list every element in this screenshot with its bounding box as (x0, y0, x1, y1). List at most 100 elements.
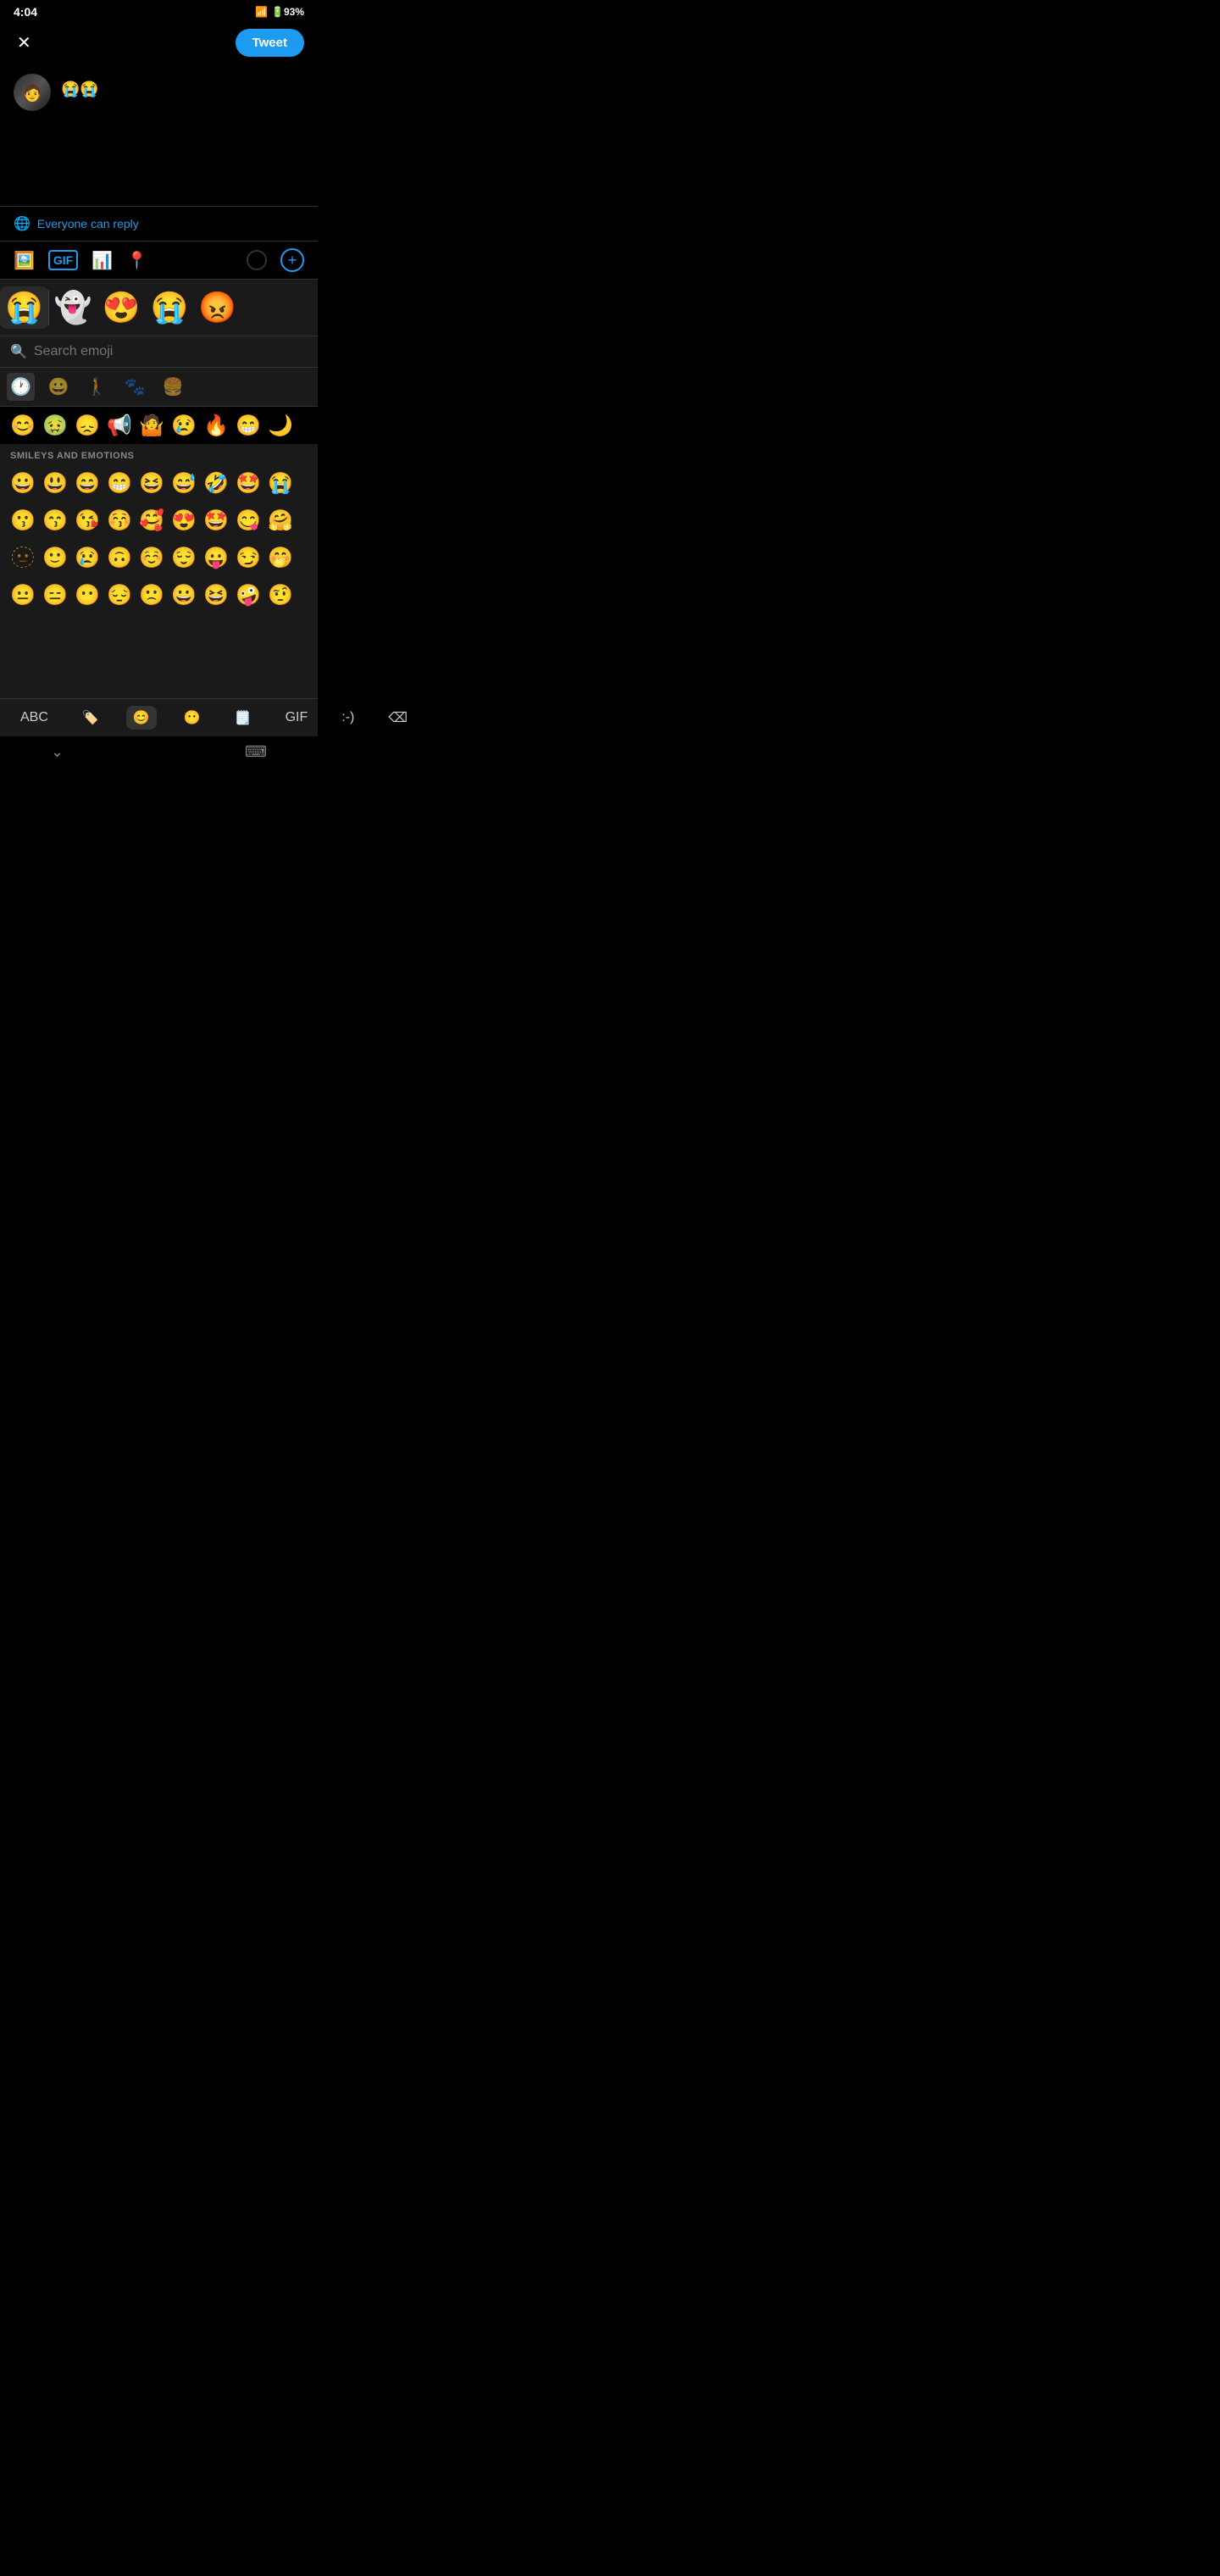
emoji-relieved[interactable]: 😌 (168, 539, 200, 576)
tweet-text[interactable]: 😭😭 (61, 74, 304, 111)
avatar-image: 🧑 (14, 74, 51, 111)
emoji-recent-7[interactable]: 😁 (232, 407, 264, 444)
emoji-heart-eyes[interactable]: 😍 (168, 502, 200, 539)
emoji-section-label: SMILEYS AND EMOTIONS (0, 444, 318, 464)
network-icon: 📶 (255, 6, 268, 18)
emoji-kissing-closed[interactable]: 😚 (103, 502, 136, 539)
emoji-upside-down[interactable]: 🙃 (103, 539, 136, 576)
status-bar: 4:04 📶 🔋93% (0, 0, 318, 22)
keyboard-bottom-toolbar: ABC 🏷️ 😊 😶 🗒️ GIF :-) ⌫ (0, 698, 318, 736)
emoji-grinning[interactable]: 😀 (7, 464, 39, 502)
battery-icon: 🔋93% (271, 6, 304, 18)
emoji-smiley[interactable]: 😃 (39, 464, 71, 502)
kb-sticker-button[interactable]: 🏷️ (75, 706, 106, 730)
emoji-in-love[interactable]: 🥰 (136, 502, 168, 539)
emoji-dotted-face[interactable]: 🫥 (7, 539, 39, 576)
system-nav-bar: ⌄ ⌨ (0, 736, 318, 771)
emoji-recent-3[interactable]: 📢 (103, 407, 136, 444)
emoji-crying2[interactable]: 😢 (71, 539, 103, 576)
emoji-keyboard: SMILEYS AND EMOTIONS 😀 😃 😄 😁 😆 😅 🤣 🤩 😭 😗… (0, 444, 318, 698)
emoji-star-struck[interactable]: 🤩 (200, 502, 232, 539)
emoji-wacky[interactable]: 🤪 (232, 576, 264, 613)
emoji-recent-6[interactable]: 🔥 (200, 407, 232, 444)
emoji-recent-8[interactable]: 🌙 (264, 407, 297, 444)
emoji-reaction-cry2[interactable]: 😭 (145, 286, 193, 329)
emoji-search-bar: 🔍 (0, 336, 318, 368)
emoji-recent-2[interactable]: 😞 (71, 407, 103, 444)
emoji-reaction-ghost[interactable]: 👻 (49, 286, 97, 329)
emoji-smirk[interactable]: 😏 (232, 539, 264, 576)
add-button[interactable]: + (280, 248, 304, 272)
emoji-crying[interactable]: 😭 (264, 464, 297, 502)
emoji-recent-4[interactable]: 🤷 (136, 407, 168, 444)
emoji-grin2[interactable]: 😀 (168, 576, 200, 613)
emoji-kissing[interactable]: 😗 (7, 502, 39, 539)
close-button[interactable]: ✕ (14, 29, 35, 57)
emoji-kiss[interactable]: 😘 (71, 502, 103, 539)
kb-abc-button[interactable]: ABC (14, 707, 55, 729)
emoji-tab-recent[interactable]: 🕐 (7, 373, 35, 401)
avatar: 🧑 (14, 74, 51, 111)
emoji-xd[interactable]: 😆 (200, 576, 232, 613)
compose-empty-space (0, 121, 318, 206)
emoji-beaming[interactable]: 😁 (103, 464, 136, 502)
emoji-recent-1[interactable]: 🤢 (39, 407, 71, 444)
kb-emoticon-button[interactable]: :-) (335, 707, 361, 729)
kb-kaomoji-button[interactable]: 😶 (177, 706, 208, 730)
gif-button[interactable]: GIF (48, 250, 78, 270)
emoji-hugging[interactable]: 🤗 (264, 502, 297, 539)
poll-button[interactable]: 📊 (92, 250, 113, 271)
location-button[interactable]: 📍 (126, 250, 147, 271)
emoji-pensive[interactable]: 😔 (103, 576, 136, 613)
emoji-neutral[interactable]: 😐 (7, 576, 39, 613)
emoji-smileys-row-3: 🫥 🙂 😢 🙃 ☺️ 😌 😛 😏 🤭 (0, 539, 318, 576)
emoji-tab-smileys[interactable]: 😀 (45, 373, 73, 401)
emoji-sweat-smile[interactable]: 😅 (168, 464, 200, 502)
emoji-stuck-out-tongue[interactable]: 😛 (200, 539, 232, 576)
emoji-expressionless[interactable]: 😑 (39, 576, 71, 613)
emoji-tab-food[interactable]: 🍔 (159, 373, 187, 401)
emoji-no-mouth[interactable]: 😶 (71, 576, 103, 613)
emoji-smileys-row-2: 😗 😙 😘 😚 🥰 😍 🤩 😋 🤗 (0, 502, 318, 539)
emoji-reaction-angry[interactable]: 😡 (193, 286, 241, 329)
emoji-smile[interactable]: 😄 (71, 464, 103, 502)
nav-keyboard-icon[interactable]: ⌨ (245, 743, 267, 761)
reply-setting[interactable]: 🌐 Everyone can reply (0, 206, 318, 242)
image-button[interactable]: 🖼️ (14, 250, 35, 271)
emoji-tab-people[interactable]: 🚶 (83, 373, 111, 401)
char-counter (247, 250, 267, 270)
compose-toolbar: 🖼️ GIF 📊 📍 + (0, 242, 318, 280)
emoji-rofl[interactable]: 🤣 (200, 464, 232, 502)
emoji-recent-0[interactable]: 😊 (7, 407, 39, 444)
emoji-tab-animals[interactable]: 🐾 (121, 373, 149, 401)
emoji-shushing[interactable]: 🤭 (264, 539, 297, 576)
tweet-button[interactable]: Tweet (236, 29, 304, 57)
emoji-search-input[interactable] (34, 344, 308, 359)
emoji-laughing[interactable]: 😆 (136, 464, 168, 502)
emoji-reaction-crying[interactable]: 😭 (0, 286, 48, 329)
compose-area: 🧑 😭😭 (0, 64, 318, 121)
emoji-slightly-frown[interactable]: 🙁 (136, 576, 168, 613)
kb-text-button[interactable]: 🗒️ (228, 706, 258, 730)
emoji-reaction-heart-eyes[interactable]: 😍 (97, 286, 146, 329)
emoji-smileys-row-4: 😐 😑 😶 😔 🙁 😀 😆 🤪 🤨 (0, 576, 318, 613)
status-icons: 📶 🔋93% (255, 6, 304, 18)
emoji-slightly-smiling[interactable]: 🙂 (39, 539, 71, 576)
emoji-recent-row: 😊 🤢 😞 📢 🤷 😢 🔥 😁 🌙 (0, 407, 318, 444)
reply-setting-label: Everyone can reply (37, 217, 139, 230)
kb-emoji-button[interactable]: 😊 (126, 706, 157, 730)
status-time: 4:04 (14, 5, 37, 19)
emoji-smileys-row-1: 😀 😃 😄 😁 😆 😅 🤣 🤩 😭 (0, 464, 318, 502)
emoji-reactions-row: 😭 👻 😍 😭 😡 (0, 280, 318, 336)
emoji-recent-5[interactable]: 😢 (168, 407, 200, 444)
search-icon: 🔍 (10, 343, 27, 360)
emoji-rolling-laugh[interactable]: 🤩 (232, 464, 264, 502)
emoji-raised-eyebrow[interactable]: 🤨 (264, 576, 297, 613)
kb-delete-button[interactable]: ⌫ (381, 706, 414, 730)
emoji-relaxed[interactable]: ☺️ (136, 539, 168, 576)
kb-gif-button[interactable]: GIF (279, 707, 315, 729)
nav-chevron-icon[interactable]: ⌄ (51, 743, 64, 761)
globe-icon: 🌐 (14, 215, 30, 232)
emoji-yum[interactable]: 😋 (232, 502, 264, 539)
emoji-kissing-smile[interactable]: 😙 (39, 502, 71, 539)
